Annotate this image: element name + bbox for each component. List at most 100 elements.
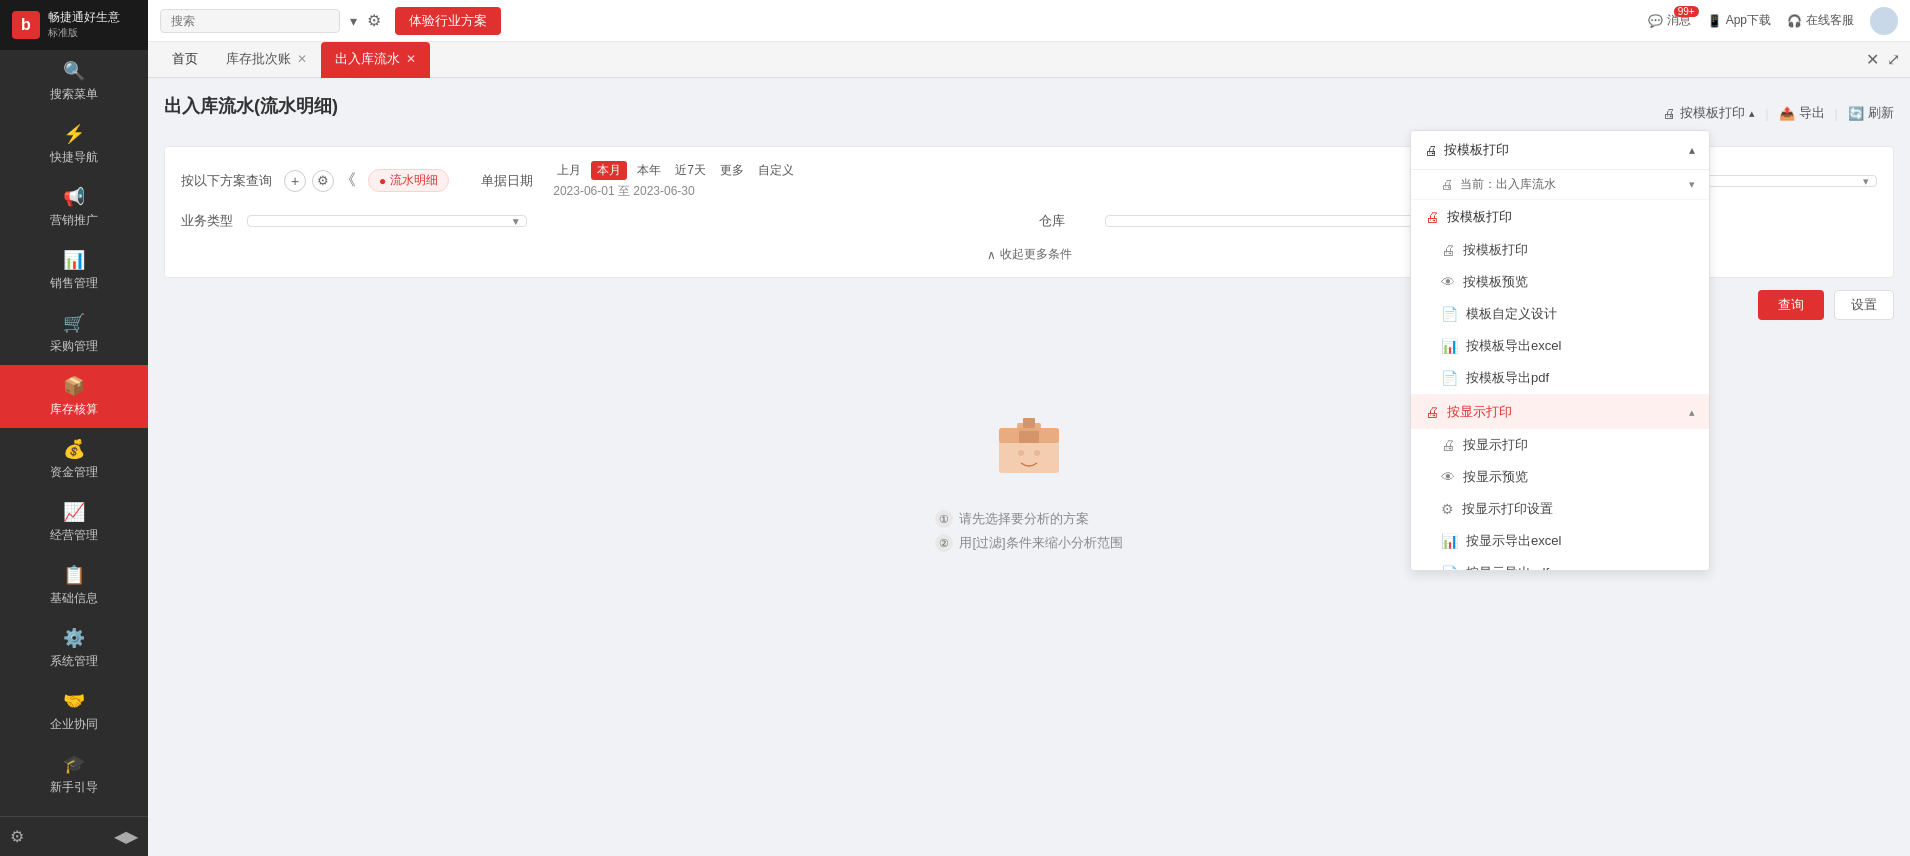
template-section-label: 按模板打印 [1447, 208, 1695, 226]
active-tag[interactable]: ● 流水明细 [368, 169, 449, 192]
dropdown-print-icon: 🖨 [1425, 143, 1438, 158]
header-dropdown-btn[interactable]: ▾ [350, 13, 357, 29]
filter-collapse-icon[interactable]: 《 [340, 170, 356, 191]
date-btn-more[interactable]: 更多 [716, 161, 748, 180]
graph-icon: 📈 [63, 501, 85, 523]
template-preview-label: 按模板预览 [1463, 273, 1528, 291]
tip-num-2: ② [935, 534, 953, 552]
eye2-icon: 👁 [1441, 469, 1455, 485]
tab-flow[interactable]: 出入库流水 ✕ [321, 42, 430, 78]
date-btn-this-year[interactable]: 本年 [633, 161, 665, 180]
sidebar-item-appstore[interactable]: 🔲 应用中心 [0, 806, 148, 816]
svg-point-6 [1034, 450, 1040, 456]
settings-btn[interactable]: 设置 [1834, 290, 1894, 320]
sidebar-item-quicknav[interactable]: ⚡ 快捷导航 [0, 113, 148, 176]
print-dropdown: 🖨 按模板打印 ▴ 🖨 当前：出入库流水 ▾ 🖨 按模板打印 [1410, 130, 1710, 571]
sidebar-item-inventory[interactable]: 📦 库存核算 [0, 365, 148, 428]
tab-window-controls: ✕ ⤢ [1866, 50, 1900, 69]
cart-icon: 🛒 [63, 312, 85, 334]
dropdown-item-display-settings[interactable]: ⚙ 按显示打印设置 [1411, 493, 1709, 525]
sidebar-item-basic[interactable]: 📋 基础信息 [0, 554, 148, 617]
divider1: | [1765, 106, 1768, 121]
date-btn-last-month[interactable]: 上月 [553, 161, 585, 180]
tab-home-label: 首页 [172, 50, 198, 68]
sidebar-bottom: ⚙ ◀▶ [0, 816, 148, 856]
dropdown-section-template-header[interactable]: 🖨 按模板打印 [1411, 200, 1709, 234]
collapse-btn[interactable]: ∧ 收起更多条件 [987, 246, 1072, 263]
collapse-sidebar-icon[interactable]: ◀▶ [114, 827, 138, 846]
tab-flow-close[interactable]: ✕ [406, 52, 416, 66]
display-settings-label: 按显示打印设置 [1462, 500, 1553, 518]
sidebar-item-basic-label: 基础信息 [50, 590, 98, 607]
top-header: ▾ ⚙ 体验行业方案 💬 消息 99+ 📱 App下载 🎧 在线客服 [148, 0, 1910, 42]
divider2: | [1835, 106, 1838, 121]
active-tag-label: 流水明细 [390, 172, 438, 189]
header-gear-icon[interactable]: ⚙ [367, 11, 381, 30]
filter-settings-btn[interactable]: ⚙ [312, 170, 334, 192]
dropdown-item-template-excel[interactable]: 📊 按模板导出excel [1411, 330, 1709, 362]
dropdown-item-display-print[interactable]: 🖨 按显示打印 [1411, 429, 1709, 461]
print-template-btn[interactable]: 🖨 按模板打印 ▴ [1663, 104, 1755, 122]
dropdown-item-template-print[interactable]: 🖨 按模板打印 [1411, 234, 1709, 266]
sidebar-item-search[interactable]: 🔍 搜索菜单 [0, 50, 148, 113]
date-quick-btns: 上月 本月 本年 近7天 更多 自定义 [553, 161, 798, 180]
printer3-icon: 🖨 [1441, 437, 1455, 453]
industry-btn[interactable]: 体验行业方案 [395, 7, 501, 35]
dropdown-item-template-pdf[interactable]: 📄 按模板导出pdf [1411, 362, 1709, 394]
user-avatar[interactable] [1870, 7, 1898, 35]
sidebar-item-finance[interactable]: 💰 资金管理 [0, 428, 148, 491]
tab-batch-close[interactable]: ✕ [297, 52, 307, 66]
excel-icon: 📊 [1441, 338, 1458, 354]
dropdown-item-template-preview[interactable]: 👁 按模板预览 [1411, 266, 1709, 298]
sidebar-item-corp[interactable]: 🤝 企业协同 [0, 680, 148, 743]
sidebar-item-sales[interactable]: 📊 销售管理 [0, 239, 148, 302]
tab-home[interactable]: 首页 [158, 42, 212, 78]
date-btn-custom[interactable]: 自定义 [754, 161, 798, 180]
business-type-select[interactable] [247, 215, 527, 227]
app-name: 畅捷通好生意 [48, 10, 120, 26]
window-close-icon[interactable]: ✕ [1866, 50, 1879, 69]
sidebar-item-sales-label: 销售管理 [50, 275, 98, 292]
app-logo: b 畅捷通好生意 标准版 [0, 0, 148, 50]
sidebar-item-marketing[interactable]: 📢 营销推广 [0, 176, 148, 239]
business-type-select-wrap: ▾ [247, 215, 527, 227]
sidebar-item-system[interactable]: ⚙️ 系统管理 [0, 617, 148, 680]
design-icon: 📄 [1441, 306, 1458, 322]
display-section-label: 按显示打印 [1447, 403, 1689, 421]
dropdown-section-display-header[interactable]: 🖨 按显示打印 ▴ [1411, 395, 1709, 429]
dropdown-item-display-preview[interactable]: 👁 按显示预览 [1411, 461, 1709, 493]
chart-icon: 📊 [63, 249, 85, 271]
sidebar-item-guide[interactable]: 🎓 新手引导 [0, 743, 148, 806]
export-btn[interactable]: 📤 导出 [1779, 104, 1825, 122]
print-template-label: 按模板打印 [1680, 104, 1745, 122]
refresh-btn[interactable]: 🔄 刷新 [1848, 104, 1894, 122]
filter-add-btn[interactable]: + [284, 170, 306, 192]
dropdown-collapse-icon[interactable]: ▴ [1689, 143, 1695, 157]
tab-batch-label: 库存批次账 [226, 50, 291, 68]
date-btn-7days[interactable]: 近7天 [671, 161, 710, 180]
tip-num-1: ① [935, 510, 953, 528]
settings-bottom-icon[interactable]: ⚙ [10, 827, 24, 846]
query-btn[interactable]: 查询 [1758, 290, 1824, 320]
printer-icon: 🖨 [1663, 106, 1676, 121]
sidebar-item-finance-label: 资金管理 [50, 464, 98, 481]
window-expand-icon[interactable]: ⤢ [1887, 50, 1900, 69]
dropdown-item-display-excel[interactable]: 📊 按显示导出excel [1411, 525, 1709, 557]
excel2-icon: 📊 [1441, 533, 1458, 549]
tab-bar: 首页 库存批次账 ✕ 出入库流水 ✕ ✕ ⤢ [148, 42, 1910, 78]
tab-batch[interactable]: 库存批次账 ✕ [212, 42, 321, 78]
dropdown-item-display-pdf[interactable]: 📄 按显示导出pdf [1411, 557, 1709, 570]
message-badge: 99+ [1674, 6, 1699, 17]
pdf2-icon: 📄 [1441, 565, 1458, 570]
header-search-input[interactable] [160, 9, 340, 33]
megaphone-icon: 📢 [63, 186, 85, 208]
date-btn-this-month[interactable]: 本月 [591, 161, 627, 180]
app-download-btn[interactable]: 📱 App下载 [1707, 12, 1771, 29]
dropdown-item-template-design[interactable]: 📄 模板自定义设计 [1411, 298, 1709, 330]
warehouse-input[interactable] [1105, 215, 1445, 227]
online-service-btn[interactable]: 🎧 在线客服 [1787, 12, 1854, 29]
sidebar-item-purchase[interactable]: 🛒 采购管理 [0, 302, 148, 365]
page-title: 出入库流水(流水明细) [164, 94, 338, 118]
message-btn[interactable]: 💬 消息 99+ [1648, 12, 1691, 29]
sidebar-item-operation[interactable]: 📈 经营管理 [0, 491, 148, 554]
